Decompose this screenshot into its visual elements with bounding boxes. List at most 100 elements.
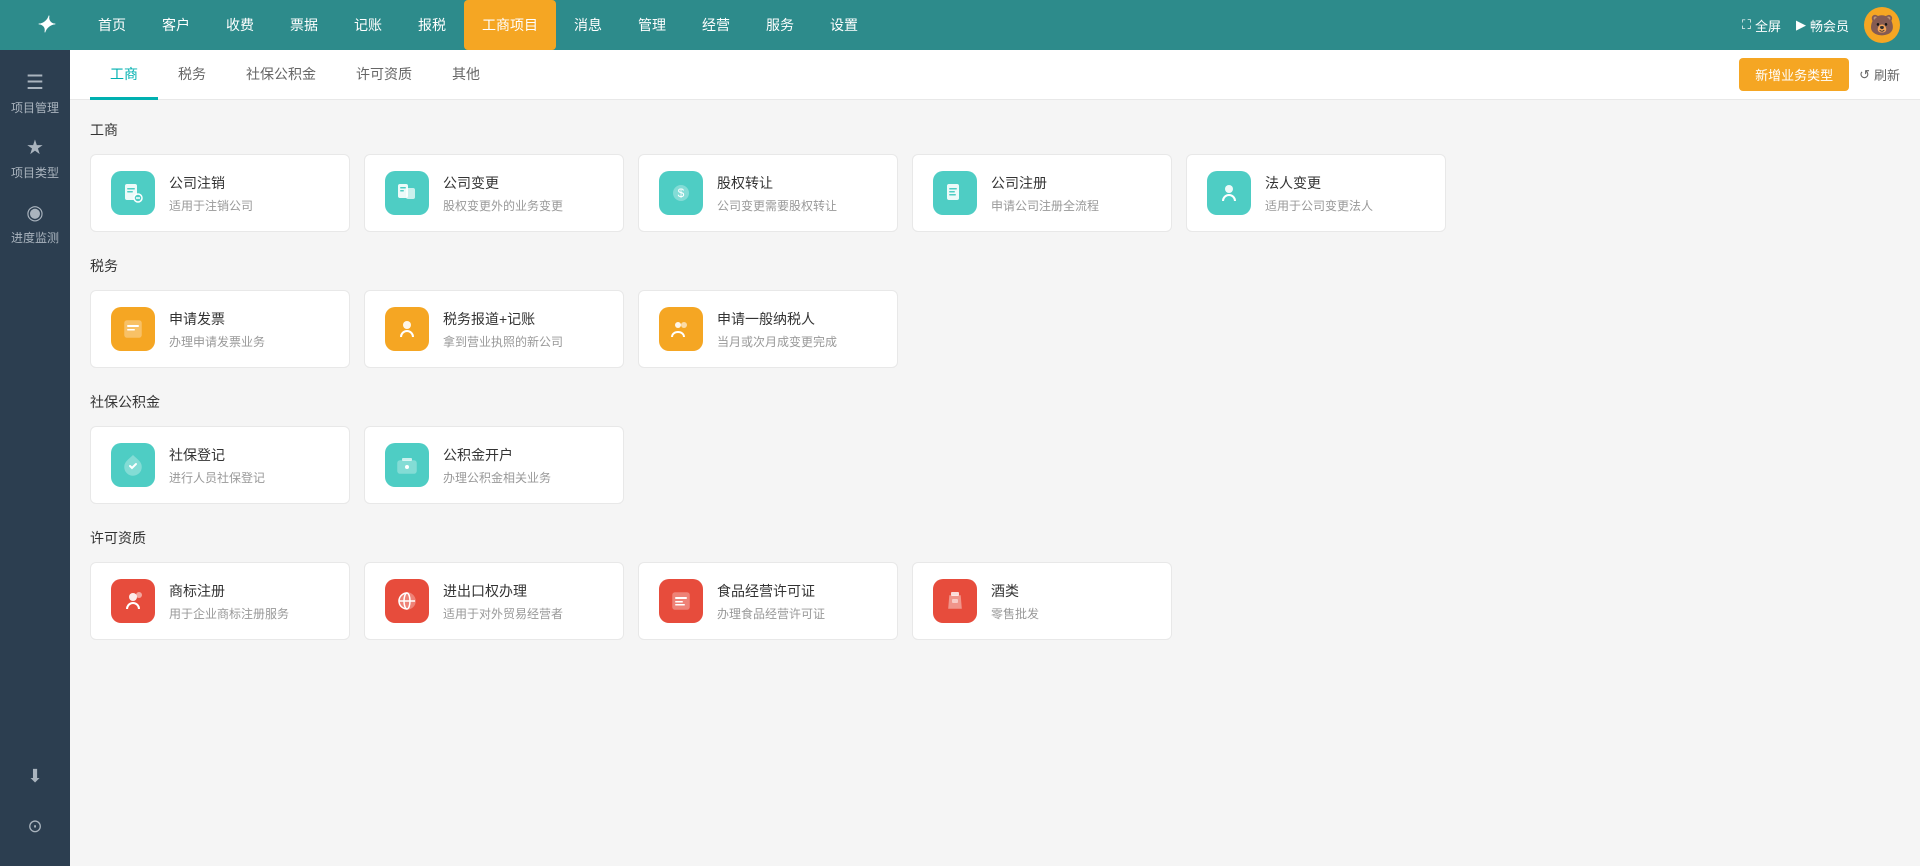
card-title-tax-report: 税务报道+记账 bbox=[443, 309, 603, 329]
card-info-company-change: 公司变更 股权变更外的业务变更 bbox=[443, 173, 603, 214]
sidebar-item-progress[interactable]: ◉ 进度监测 bbox=[0, 190, 70, 255]
card-desc-tax-report: 拿到营业执照的新公司 bbox=[443, 333, 603, 350]
card-info-alcohol: 酒类 零售批发 bbox=[991, 581, 1151, 622]
card-desc-provident-fund: 办理公积金相关业务 bbox=[443, 469, 603, 486]
tab-other[interactable]: 其他 bbox=[432, 50, 500, 100]
card-tax-report[interactable]: 税务报道+记账 拿到营业执照的新公司 bbox=[364, 290, 624, 368]
card-desc-legal-change: 适用于公司变更法人 bbox=[1265, 197, 1425, 214]
nav-operation[interactable]: 经营 bbox=[684, 0, 748, 50]
section-title-social: 社保公积金 bbox=[90, 392, 1900, 412]
sidebar: ☰ 项目管理 ★ 项目类型 ◉ 进度监测 ⬇ ⊙ bbox=[0, 50, 70, 866]
fullscreen-icon: ⛶ bbox=[1742, 17, 1751, 33]
card-icon-provident-fund bbox=[385, 443, 429, 487]
progress-icon: ◉ bbox=[26, 200, 43, 225]
card-info-general-taxpayer: 申请一般纳税人 当月或次月成变更完成 bbox=[717, 309, 877, 350]
card-info-trademark: 商标注册 用于企业商标注册服务 bbox=[169, 581, 329, 622]
fullscreen-label: 全屏 bbox=[1755, 16, 1781, 35]
card-info-company-cancel: 公司注销 适用于注销公司 bbox=[169, 173, 329, 214]
tab-tax[interactable]: 税务 bbox=[158, 50, 226, 100]
tab-business[interactable]: 工商 bbox=[90, 50, 158, 100]
nav-home[interactable]: 首页 bbox=[80, 0, 144, 50]
sidebar-label-progress: 进度监测 bbox=[11, 229, 59, 246]
card-desc-import-export: 适用于对外贸易经营者 bbox=[443, 605, 603, 622]
card-title-provident-fund: 公积金开户 bbox=[443, 445, 603, 465]
new-type-button[interactable]: 新增业务类型 bbox=[1739, 58, 1849, 91]
sidebar-label-project-manage: 项目管理 bbox=[11, 99, 59, 116]
card-info-company-register: 公司注册 申请公司注册全流程 bbox=[991, 173, 1151, 214]
card-icon-company-change bbox=[385, 171, 429, 215]
nav-message[interactable]: 消息 bbox=[556, 0, 620, 50]
card-title-trademark: 商标注册 bbox=[169, 581, 329, 601]
nav-bill[interactable]: 票据 bbox=[272, 0, 336, 50]
card-info-provident-fund: 公积金开户 办理公积金相关业务 bbox=[443, 445, 603, 486]
tabs-header: 工商 税务 社保公积金 许可资质 其他 新增业务类型 ↺ 刷新 bbox=[70, 50, 1920, 100]
card-equity-transfer[interactable]: $ 股权转让 公司变更需要股权转让 bbox=[638, 154, 898, 232]
project-manage-icon: ☰ bbox=[26, 70, 44, 95]
card-info-legal-change: 法人变更 适用于公司变更法人 bbox=[1265, 173, 1425, 214]
card-desc-company-cancel: 适用于注销公司 bbox=[169, 197, 329, 214]
cards-grid-social: 社保登记 进行人员社保登记 公积金开户 办理公积金相关业务 bbox=[90, 426, 1900, 504]
card-info-equity-transfer: 股权转让 公司变更需要股权转让 bbox=[717, 173, 877, 214]
card-title-legal-change: 法人变更 bbox=[1265, 173, 1425, 193]
card-desc-equity-transfer: 公司变更需要股权转让 bbox=[717, 197, 877, 214]
vip-btn[interactable]: ▶ 畅会员 bbox=[1796, 16, 1849, 35]
sidebar-download-btn[interactable]: ⬇ bbox=[0, 751, 70, 801]
card-trademark[interactable]: 商标注册 用于企业商标注册服务 bbox=[90, 562, 350, 640]
nav-tax[interactable]: 报税 bbox=[400, 0, 464, 50]
fullscreen-btn[interactable]: ⛶ 全屏 bbox=[1742, 16, 1781, 35]
nav-manage[interactable]: 管理 bbox=[620, 0, 684, 50]
card-company-change[interactable]: 公司变更 股权变更外的业务变更 bbox=[364, 154, 624, 232]
card-icon-company-cancel bbox=[111, 171, 155, 215]
card-desc-company-change: 股权变更外的业务变更 bbox=[443, 197, 603, 214]
card-desc-invoice: 办理申请发票业务 bbox=[169, 333, 329, 350]
card-desc-alcohol: 零售批发 bbox=[991, 605, 1151, 622]
card-alcohol[interactable]: 酒类 零售批发 bbox=[912, 562, 1172, 640]
nav-client[interactable]: 客户 bbox=[144, 0, 208, 50]
card-title-import-export: 进出口权办理 bbox=[443, 581, 603, 601]
sidebar-item-project-manage[interactable]: ☰ 项目管理 bbox=[0, 60, 70, 125]
nav-service[interactable]: 服务 bbox=[748, 0, 812, 50]
card-desc-social-insurance: 进行人员社保登记 bbox=[169, 469, 329, 486]
card-title-company-register: 公司注册 bbox=[991, 173, 1151, 193]
nav-business[interactable]: 工商项目 bbox=[464, 0, 556, 50]
card-desc-company-register: 申请公司注册全流程 bbox=[991, 197, 1151, 214]
tab-social-fund[interactable]: 社保公积金 bbox=[226, 50, 336, 100]
tab-license[interactable]: 许可资质 bbox=[336, 50, 432, 100]
cards-grid-tax: 申请发票 办理申请发票业务 税务报道+记账 拿到营业执照的新公司 bbox=[90, 290, 1900, 368]
card-company-cancel[interactable]: 公司注销 适用于注销公司 bbox=[90, 154, 350, 232]
nav-settings[interactable]: 设置 bbox=[812, 0, 876, 50]
card-invoice[interactable]: 申请发票 办理申请发票业务 bbox=[90, 290, 350, 368]
sidebar-bottom: ⬇ ⊙ bbox=[0, 751, 70, 866]
svg-text:$: $ bbox=[678, 186, 685, 200]
card-food-license[interactable]: 食品经营许可证 办理食品经营许可证 bbox=[638, 562, 898, 640]
section-title-license: 许可资质 bbox=[90, 528, 1900, 548]
refresh-button[interactable]: ↺ 刷新 bbox=[1859, 65, 1900, 84]
cards-grid-business: 公司注销 适用于注销公司 公司变更 bbox=[90, 154, 1900, 232]
card-social-insurance[interactable]: 社保登记 进行人员社保登记 bbox=[90, 426, 350, 504]
nav-accounting[interactable]: 记账 bbox=[336, 0, 400, 50]
section-title-business: 工商 bbox=[90, 120, 1900, 140]
top-navigation: ✦ 首页 客户 收费 票据 记账 报税 工商项目 消息 管理 经营 服务 设置 … bbox=[0, 0, 1920, 50]
nav-items: 首页 客户 收费 票据 记账 报税 工商项目 消息 管理 经营 服务 设置 bbox=[80, 0, 1742, 50]
sidebar-item-project-type[interactable]: ★ 项目类型 bbox=[0, 125, 70, 190]
card-title-general-taxpayer: 申请一般纳税人 bbox=[717, 309, 877, 329]
card-icon-social-insurance bbox=[111, 443, 155, 487]
card-title-company-change: 公司变更 bbox=[443, 173, 603, 193]
card-import-export[interactable]: 进出口权办理 适用于对外贸易经营者 bbox=[364, 562, 624, 640]
card-title-invoice: 申请发票 bbox=[169, 309, 329, 329]
card-provident-fund[interactable]: 公积金开户 办理公积金相关业务 bbox=[364, 426, 624, 504]
nav-fee[interactable]: 收费 bbox=[208, 0, 272, 50]
card-legal-change[interactable]: 法人变更 适用于公司变更法人 bbox=[1186, 154, 1446, 232]
card-icon-equity-transfer: $ bbox=[659, 171, 703, 215]
card-title-equity-transfer: 股权转让 bbox=[717, 173, 877, 193]
vip-label: 畅会员 bbox=[1810, 16, 1849, 35]
sidebar-location-btn[interactable]: ⊙ bbox=[0, 801, 70, 851]
card-icon-general-taxpayer bbox=[659, 307, 703, 351]
card-general-taxpayer[interactable]: 申请一般纳税人 当月或次月成变更完成 bbox=[638, 290, 898, 368]
card-icon-legal-change bbox=[1207, 171, 1251, 215]
project-type-icon: ★ bbox=[26, 135, 44, 160]
card-icon-alcohol bbox=[933, 579, 977, 623]
card-info-tax-report: 税务报道+记账 拿到营业执照的新公司 bbox=[443, 309, 603, 350]
card-title-social-insurance: 社保登记 bbox=[169, 445, 329, 465]
card-company-register[interactable]: 公司注册 申请公司注册全流程 bbox=[912, 154, 1172, 232]
